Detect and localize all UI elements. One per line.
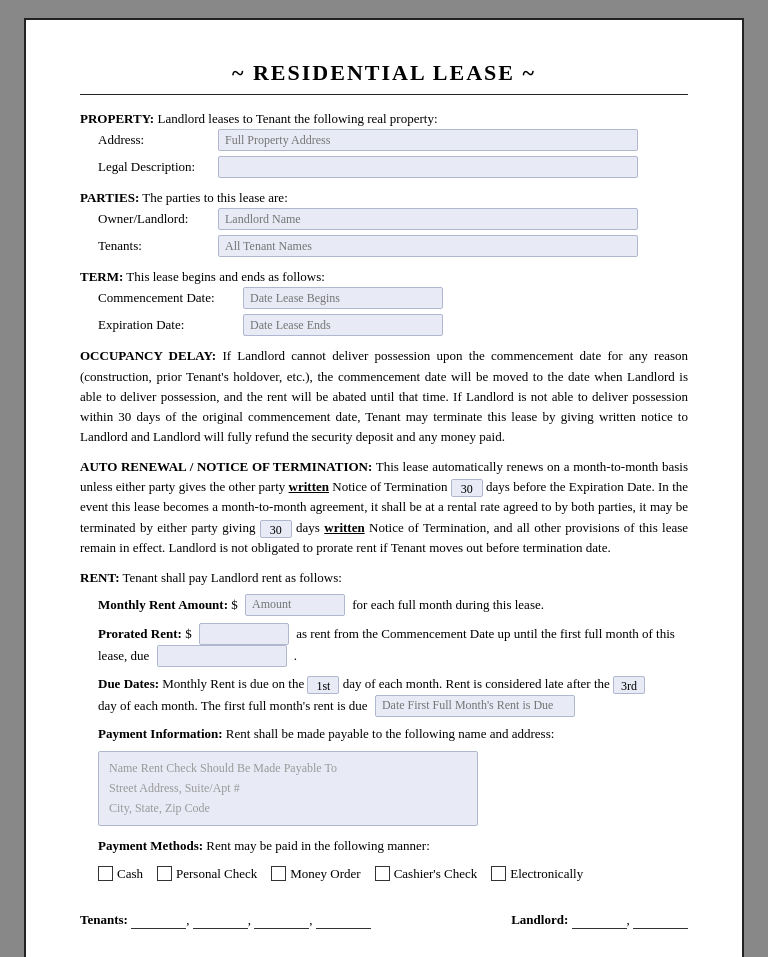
tenant-sig-2	[193, 912, 248, 929]
methods-list: Cash Personal Check Money Order Cashier'…	[98, 864, 688, 885]
auto-renewal-text4: days	[296, 520, 320, 535]
money-order-label: Money Order	[290, 864, 360, 885]
rent-intro: Tenant shall pay Landlord rent as follow…	[123, 570, 342, 585]
property-intro: Landlord leases to Tenant the following …	[157, 111, 437, 126]
document-title: ~ RESIDENTIAL LEASE ~	[80, 60, 688, 86]
cashiers-check-label: Cashier's Check	[394, 864, 478, 885]
prorated-rent-row: Prorated Rent: $ as rent from the Commen…	[98, 623, 688, 667]
cash-label: Cash	[117, 864, 143, 885]
cashiers-check-checkbox[interactable]	[375, 866, 390, 881]
payment-methods-row: Payment Methods: Rent may be paid in the…	[98, 836, 688, 885]
auto-renewal-label: AUTO RENEWAL / NOTICE OF TERMINATION:	[80, 459, 372, 474]
payment-info-block: Name Rent Check Should Be Made Payable T…	[98, 751, 478, 826]
commence-row: Commencement Date:	[98, 287, 688, 309]
tenants-sig-area: Tenants: , , ,	[80, 912, 371, 929]
monthly-suffix: for each full month during this lease.	[352, 596, 544, 611]
days2-box: 30	[260, 520, 292, 538]
money-order-checkbox[interactable]	[271, 866, 286, 881]
occupancy-label: OCCUPANCY DELAY:	[80, 348, 216, 363]
expire-input[interactable]	[243, 314, 443, 336]
parties-intro: The parties to this lease are:	[142, 190, 287, 205]
parties-section: PARTIES: The parties to this lease are: …	[80, 188, 688, 257]
days1-box: 30	[451, 479, 483, 497]
legal-label: Legal Description:	[98, 159, 218, 175]
monthly-rent-label: Monthly Rent Amount:	[98, 596, 228, 611]
due-dates-label: Due Dates:	[98, 676, 159, 691]
payment-info-label: Payment Information:	[98, 726, 223, 741]
address-row: Address:	[98, 129, 688, 151]
tenant-sig-4	[316, 912, 371, 929]
method-personal-check: Personal Check	[157, 864, 257, 885]
document-page: ~ RESIDENTIAL LEASE ~ PROPERTY: Landlord…	[24, 18, 744, 957]
property-section: PROPERTY: Landlord leases to Tenant the …	[80, 109, 688, 178]
legal-input[interactable]	[218, 156, 638, 178]
payment-methods-intro: Rent may be paid in the following manner…	[206, 838, 429, 853]
commence-label: Commencement Date:	[98, 290, 243, 306]
tenant-sig-1	[131, 912, 186, 929]
payment-city: City, State, Zip Code	[109, 798, 467, 818]
payment-info-intro: Rent shall be made payable to the follow…	[226, 726, 555, 741]
address-input[interactable]	[218, 129, 638, 151]
due-dates-text3: day of each month. The first full month'…	[98, 697, 368, 712]
landlord-footer-label: Landlord:	[511, 912, 568, 927]
tenants-row: Tenants:	[98, 235, 688, 257]
payment-methods-label: Payment Methods:	[98, 838, 203, 853]
method-money-order: Money Order	[271, 864, 360, 885]
tenants-label: Tenants:	[98, 238, 218, 254]
monthly-amount-input[interactable]	[245, 594, 345, 616]
electronically-label: Electronically	[510, 864, 583, 885]
tenants-input[interactable]	[218, 235, 638, 257]
personal-check-checkbox[interactable]	[157, 866, 172, 881]
rent-label: RENT:	[80, 570, 119, 585]
due-day2-box: 3rd	[613, 676, 645, 694]
cash-checkbox[interactable]	[98, 866, 113, 881]
landlord-sig-1	[572, 912, 627, 929]
auto-renewal-written: written	[289, 479, 329, 494]
owner-label: Owner/Landlord:	[98, 211, 218, 227]
expire-label: Expiration Date:	[98, 317, 243, 333]
payment-name: Name Rent Check Should Be Made Payable T…	[109, 758, 467, 778]
method-cash: Cash	[98, 864, 143, 885]
property-label: PROPERTY:	[80, 111, 154, 126]
title-divider	[80, 94, 688, 95]
landlord-sig-2	[633, 912, 688, 929]
occupancy-section: OCCUPANCY DELAY: If Landlord cannot deli…	[80, 346, 688, 447]
expire-row: Expiration Date:	[98, 314, 688, 336]
due-dates-row: Due Dates: Monthly Rent is due on the 1s…	[98, 674, 688, 717]
method-cashiers-check: Cashier's Check	[375, 864, 478, 885]
due-first-month-input[interactable]	[375, 695, 575, 717]
monthly-rent-row: Monthly Rent Amount: $ for each full mon…	[98, 594, 688, 616]
owner-row: Owner/Landlord:	[98, 208, 688, 230]
legal-row: Legal Description:	[98, 156, 688, 178]
term-section: TERM: This lease begins and ends as foll…	[80, 267, 688, 336]
payment-street: Street Address, Suite/Apt #	[109, 778, 467, 798]
parties-label: PARTIES:	[80, 190, 139, 205]
electronically-checkbox[interactable]	[491, 866, 506, 881]
tenants-footer-label: Tenants:	[80, 912, 128, 927]
prorated-amount-input[interactable]	[199, 623, 289, 645]
due-day1-box: 1st	[307, 676, 339, 694]
term-label: TERM:	[80, 269, 123, 284]
payment-info-row: Payment Information: Rent shall be made …	[98, 724, 688, 826]
prorated-label: Prorated Rent:	[98, 625, 182, 640]
auto-renewal-text2: Notice of Termination	[332, 479, 447, 494]
due-dates-text2: day of each month. Rent is considered la…	[343, 676, 610, 691]
auto-renewal-written2: written	[324, 520, 364, 535]
commence-input[interactable]	[243, 287, 443, 309]
method-electronically: Electronically	[491, 864, 583, 885]
personal-check-label: Personal Check	[176, 864, 257, 885]
owner-input[interactable]	[218, 208, 638, 230]
tenant-sig-3	[254, 912, 309, 929]
monthly-dollar: $	[231, 596, 238, 611]
footer-row: Tenants: , , , Landlord: ,	[80, 912, 688, 929]
landlord-sig-area: Landlord: ,	[511, 912, 688, 929]
prorated-due-input[interactable]	[157, 645, 287, 667]
term-intro: This lease begins and ends as follows:	[126, 269, 325, 284]
auto-renewal-section: AUTO RENEWAL / NOTICE OF TERMINATION: Th…	[80, 457, 688, 558]
prorated-dollar: $	[185, 625, 192, 640]
address-label: Address:	[98, 132, 218, 148]
rent-section: RENT: Tenant shall pay Landlord rent as …	[80, 568, 688, 885]
due-dates-text1: Monthly Rent is due on the	[162, 676, 304, 691]
